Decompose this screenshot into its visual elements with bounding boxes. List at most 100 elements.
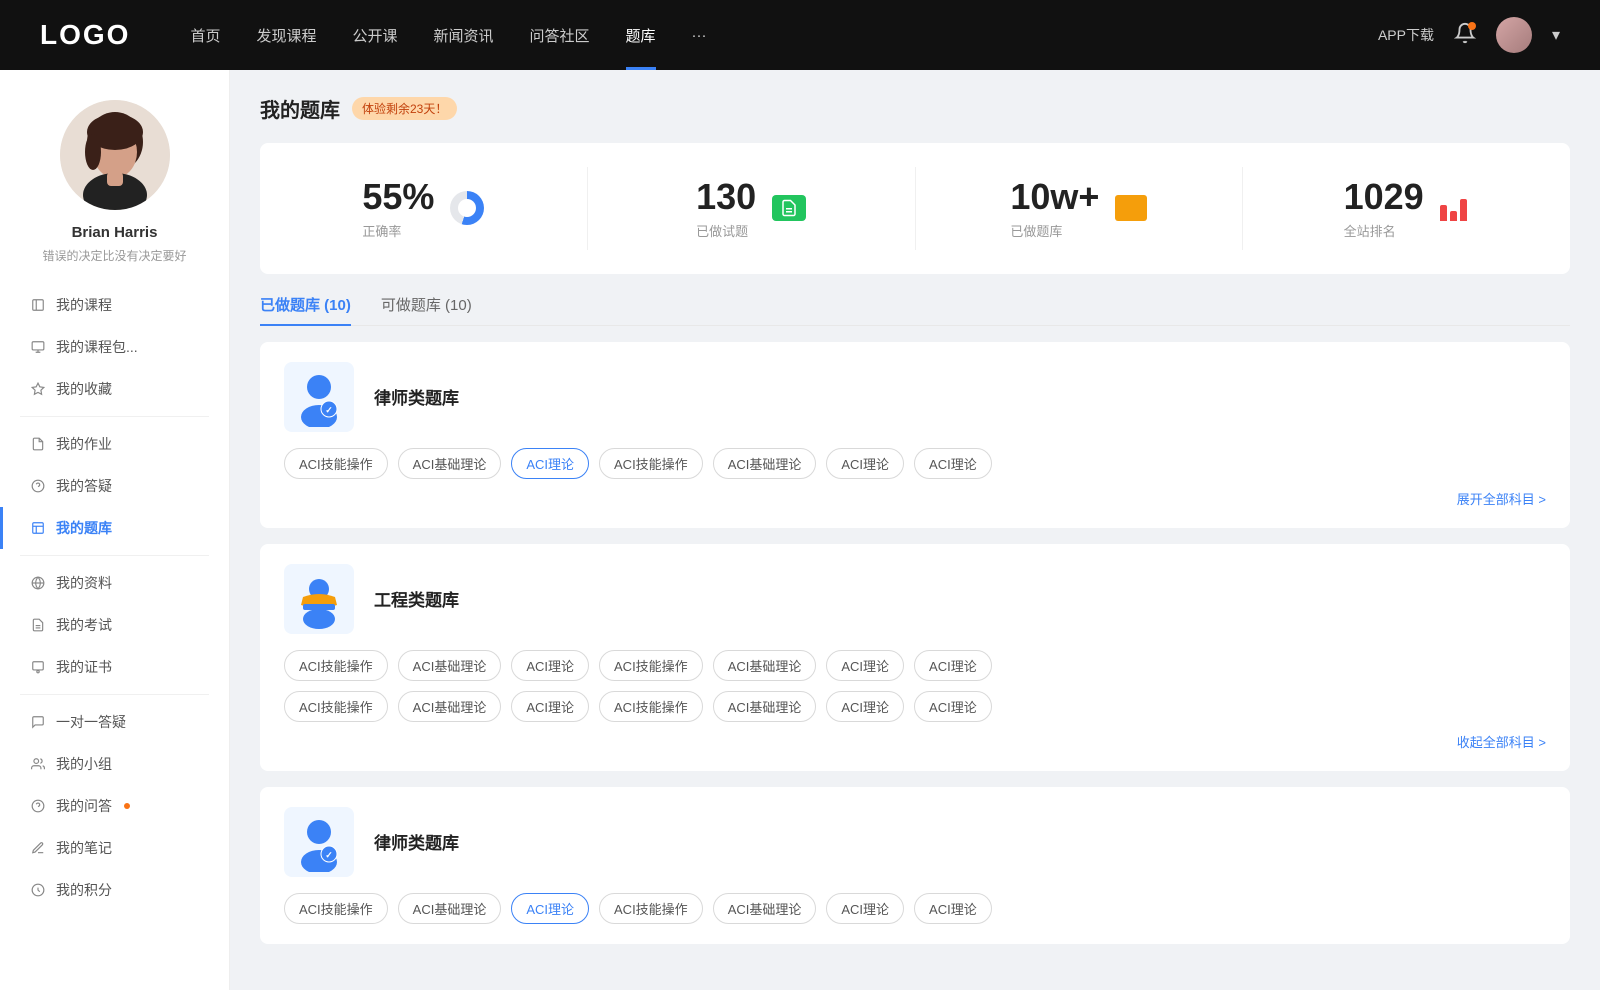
- tag-2-2[interactable]: ACI基础理论: [398, 650, 502, 681]
- tag-2-r2-1[interactable]: ACI技能操作: [284, 691, 388, 722]
- tag-2-r2-2[interactable]: ACI基础理论: [398, 691, 502, 722]
- main-content: 我的题库 体验剩余23天！ 55% 正确率 130 已做试题: [230, 70, 1600, 990]
- homework-icon: [30, 436, 46, 452]
- nav-more[interactable]: ···: [692, 27, 707, 44]
- notes-icon: [30, 840, 46, 856]
- tag-1-6[interactable]: ACI理论: [826, 448, 904, 479]
- sidebar-item-favorites[interactable]: 我的收藏: [0, 368, 229, 410]
- qbank-tags-2-row1: ACI技能操作 ACI基础理论 ACI理论 ACI技能操作 ACI基础理论 AC…: [284, 650, 1546, 681]
- sidebar-item-course[interactable]: 我的课程: [0, 284, 229, 326]
- nav-open-course[interactable]: 公开课: [352, 25, 397, 46]
- nav-discover[interactable]: 发现课程: [256, 25, 316, 46]
- exam-icon: [30, 617, 46, 633]
- sidebar-user-name: Brian Harris: [72, 224, 158, 241]
- stat-done-banks: 10w+ 已做题库: [916, 167, 1244, 250]
- qbank-icon-lawyer-1: ✓: [284, 362, 354, 432]
- tag-3-4[interactable]: ACI技能操作: [599, 893, 703, 924]
- trial-badge: 体验剩余23天！: [352, 97, 457, 120]
- sidebar-item-cert[interactable]: 我的证书: [0, 646, 229, 688]
- tab-done[interactable]: 已做题库 (10): [260, 294, 351, 325]
- qbank-expand-1[interactable]: 展开全部科目 >: [284, 489, 1546, 508]
- sidebar-item-package[interactable]: 我的课程包...: [0, 326, 229, 368]
- sidebar-item-data[interactable]: 我的资料: [0, 562, 229, 604]
- tag-1-7[interactable]: ACI理论: [914, 448, 992, 479]
- page-title: 我的题库: [260, 94, 340, 123]
- tag-3-6[interactable]: ACI理论: [826, 893, 904, 924]
- tag-2-5[interactable]: ACI基础理论: [713, 650, 817, 681]
- qbank-tags-1: ACI技能操作 ACI基础理论 ACI理论 ACI技能操作 ACI基础理论 AC…: [284, 448, 1546, 479]
- tag-3-1[interactable]: ACI技能操作: [284, 893, 388, 924]
- qbank-header-1: ✓ 律师类题库: [284, 362, 1546, 432]
- user-menu-chevron[interactable]: ▾: [1552, 25, 1560, 45]
- sidebar-item-bank[interactable]: 我的题库: [0, 507, 229, 549]
- sidebar-item-exam[interactable]: 我的考试: [0, 604, 229, 646]
- done-questions-label: 已做试题: [696, 221, 756, 240]
- sidebar-menu: 我的课程 我的课程包... 我的收藏 我的作业: [0, 284, 229, 911]
- sidebar-item-group[interactable]: 我的小组: [0, 743, 229, 785]
- nav-home[interactable]: 首页: [190, 25, 220, 46]
- tag-2-1[interactable]: ACI技能操作: [284, 650, 388, 681]
- nav-links: 首页 发现课程 公开课 新闻资讯 问答社区 题库 ···: [190, 25, 1378, 46]
- sidebar-item-qa[interactable]: 我的答疑: [0, 465, 229, 507]
- sidebar-item-points[interactable]: 我的积分: [0, 869, 229, 911]
- app-download-button[interactable]: APP下载: [1378, 25, 1434, 45]
- qbank-card-3: ✓ 律师类题库 ACI技能操作 ACI基础理论 ACI理论 ACI技能操作 AC…: [260, 787, 1570, 944]
- user-avatar[interactable]: [1496, 17, 1532, 53]
- tag-1-3[interactable]: ACI理论: [511, 448, 589, 479]
- tag-2-r2-4[interactable]: ACI技能操作: [599, 691, 703, 722]
- qbank-header-2: 工程类题库: [284, 564, 1546, 634]
- tabs-row: 已做题库 (10) 可做题库 (10): [260, 294, 1570, 326]
- nav-qa[interactable]: 问答社区: [530, 25, 590, 46]
- sidebar-divider-1: [20, 416, 209, 417]
- stat-accuracy: 55% 正确率: [260, 167, 588, 250]
- nav-right: APP下载 ▾: [1378, 17, 1560, 53]
- stats-card: 55% 正确率 130 已做试题 10w+ 已做题库: [260, 143, 1570, 274]
- nav-bank[interactable]: 题库: [626, 25, 656, 46]
- tag-3-2[interactable]: ACI基础理论: [398, 893, 502, 924]
- sidebar-item-notes[interactable]: 我的笔记: [0, 827, 229, 869]
- qbank-card-1: ✓ 律师类题库 ACI技能操作 ACI基础理论 ACI理论 ACI技能操作 AC…: [260, 342, 1570, 528]
- tag-3-7[interactable]: ACI理论: [914, 893, 992, 924]
- accuracy-value: 55%: [362, 177, 434, 217]
- sidebar-divider-3: [20, 694, 209, 695]
- navbar: LOGO 首页 发现课程 公开课 新闻资讯 问答社区 题库 ··· APP下载 …: [0, 0, 1600, 70]
- tag-2-r2-5[interactable]: ACI基础理论: [713, 691, 817, 722]
- qbank-title-3: 律师类题库: [374, 829, 459, 854]
- notification-dot: [1468, 22, 1476, 30]
- tab-available[interactable]: 可做题库 (10): [381, 294, 472, 325]
- done-questions-icon: [772, 195, 806, 221]
- sidebar-item-question[interactable]: 我的问答: [0, 785, 229, 827]
- sidebar-item-one-on-one[interactable]: 一对一答疑: [0, 701, 229, 743]
- tag-2-r2-7[interactable]: ACI理论: [914, 691, 992, 722]
- tag-1-1[interactable]: ACI技能操作: [284, 448, 388, 479]
- points-icon: [30, 882, 46, 898]
- tag-2-3[interactable]: ACI理论: [511, 650, 589, 681]
- notification-bell[interactable]: [1454, 22, 1476, 49]
- tag-2-r2-6[interactable]: ACI理论: [826, 691, 904, 722]
- svg-text:✓: ✓: [325, 405, 333, 415]
- sidebar: Brian Harris 错误的决定比没有决定要好 我的课程 我的课程包... …: [0, 70, 230, 990]
- qbank-header-3: ✓ 律师类题库: [284, 807, 1546, 877]
- tag-1-2[interactable]: ACI基础理论: [398, 448, 502, 479]
- tag-2-7[interactable]: ACI理论: [914, 650, 992, 681]
- qbank-tags-3: ACI技能操作 ACI基础理论 ACI理论 ACI技能操作 ACI基础理论 AC…: [284, 893, 1546, 924]
- question-notification-dot: [124, 803, 130, 809]
- tag-2-r2-3[interactable]: ACI理论: [511, 691, 589, 722]
- nav-news[interactable]: 新闻资讯: [434, 25, 494, 46]
- tag-2-6[interactable]: ACI理论: [826, 650, 904, 681]
- tag-2-4[interactable]: ACI技能操作: [599, 650, 703, 681]
- tag-3-3[interactable]: ACI理论: [511, 893, 589, 924]
- tag-3-5[interactable]: ACI基础理论: [713, 893, 817, 924]
- sidebar-item-homework[interactable]: 我的作业: [0, 423, 229, 465]
- tag-1-5[interactable]: ACI基础理论: [713, 448, 817, 479]
- accuracy-label: 正确率: [362, 221, 434, 240]
- done-banks-value: 10w+: [1010, 177, 1099, 217]
- data-icon: [30, 575, 46, 591]
- tag-1-4[interactable]: ACI技能操作: [599, 448, 703, 479]
- qbank-card-2: 工程类题库 ACI技能操作 ACI基础理论 ACI理论 ACI技能操作 ACI基…: [260, 544, 1570, 771]
- qbank-collapse-2[interactable]: 收起全部科目 >: [284, 732, 1546, 751]
- done-questions-value: 130: [696, 177, 756, 217]
- stat-done-questions: 130 已做试题: [588, 167, 916, 250]
- qbank-title-2: 工程类题库: [374, 586, 459, 611]
- bank-icon: [30, 520, 46, 536]
